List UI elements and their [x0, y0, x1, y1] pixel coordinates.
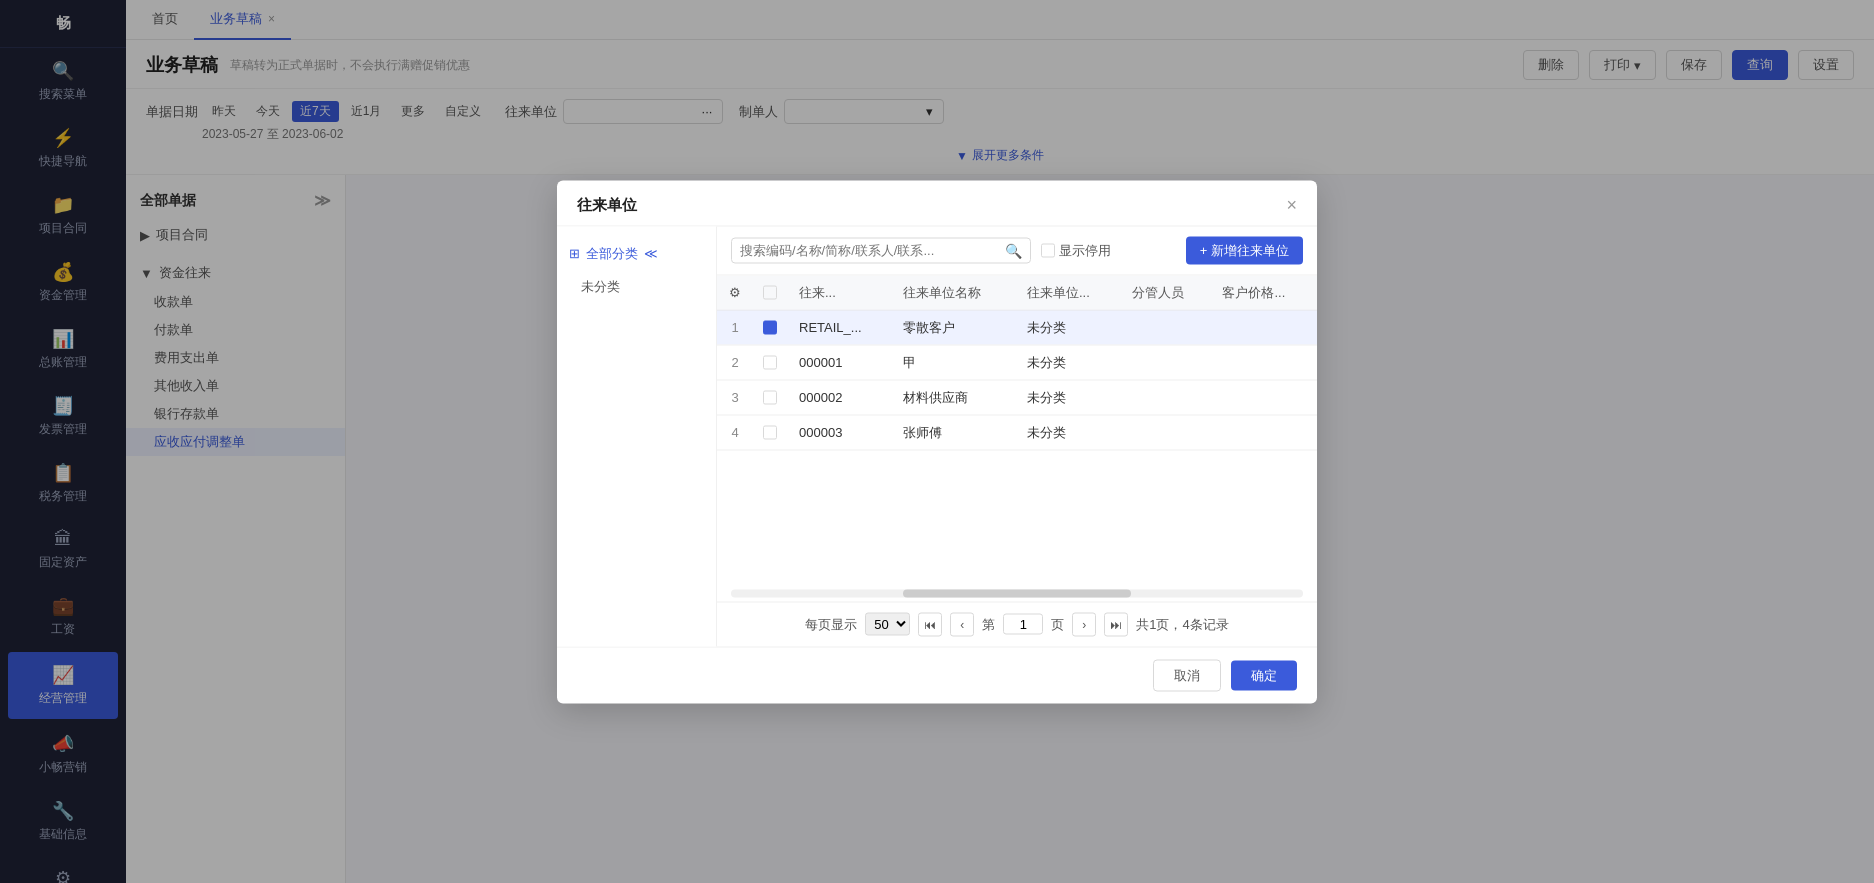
row-manager	[1122, 415, 1213, 450]
row-category: 未分类	[1017, 310, 1122, 345]
table-row[interactable]: 3 000002 材料供应商 未分类	[717, 380, 1317, 415]
page-word: 页	[1051, 615, 1064, 633]
modal-header: 往来单位 ×	[557, 180, 1317, 226]
pagination-bar: 每页显示 50 ⏮ ‹ 第 页 › ⏭ 共1页，4条记录	[717, 601, 1317, 646]
cancel-button[interactable]: 取消	[1153, 659, 1221, 691]
row-num: 3	[717, 380, 753, 415]
row-num: 4	[717, 415, 753, 450]
all-categories-label: 全部分类	[586, 244, 638, 262]
row-name: 材料供应商	[893, 380, 1017, 415]
row-manager	[1122, 345, 1213, 380]
col-manager: 分管人员	[1122, 275, 1213, 310]
row-price	[1212, 345, 1317, 380]
row-category: 未分类	[1017, 380, 1122, 415]
page-number-input[interactable]	[1003, 614, 1043, 635]
col-name: 往来单位名称	[893, 275, 1017, 310]
modal-toolbar: 🔍 显示停用 + 新增往来单位	[717, 226, 1317, 275]
last-page-button[interactable]: ⏭	[1104, 612, 1128, 636]
row-code: 000003	[789, 415, 893, 450]
page-num-label: 第	[982, 615, 995, 633]
table-row[interactable]: 1 RETAIL_... 零散客户 未分类	[717, 310, 1317, 345]
horizontal-scrollbar[interactable]	[731, 589, 1303, 597]
row-manager	[1122, 310, 1213, 345]
row-checkbox[interactable]	[753, 380, 789, 415]
table-row[interactable]: 4 000003 张师傅 未分类	[717, 415, 1317, 450]
row-category: 未分类	[1017, 415, 1122, 450]
first-page-button[interactable]: ⏮	[918, 612, 942, 636]
partner-search-box[interactable]: 🔍	[731, 237, 1031, 263]
row-num: 1	[717, 310, 753, 345]
confirm-button[interactable]: 确定	[1231, 660, 1297, 690]
modal-categories: ⊞ 全部分类 ≪ 未分类	[557, 226, 717, 646]
table-row[interactable]: 2 000001 甲 未分类	[717, 345, 1317, 380]
col-code: 往来...	[789, 275, 893, 310]
category-arrow-icon: ≪	[644, 246, 658, 261]
row-name: 张师傅	[893, 415, 1017, 450]
partner-table: ⚙ 往来... 往来单位名称 往来单位... 分管人员 客户价格... 1	[717, 275, 1317, 585]
next-page-button[interactable]: ›	[1072, 612, 1096, 636]
per-page-select[interactable]: 50	[865, 613, 910, 636]
col-category: 往来单位...	[1017, 275, 1122, 310]
modal-close-button[interactable]: ×	[1286, 194, 1297, 215]
row-name: 零散客户	[893, 310, 1017, 345]
modal-footer: 取消 确定	[557, 646, 1317, 703]
row-checkbox[interactable]	[753, 415, 789, 450]
modal-right: 🔍 显示停用 + 新增往来单位 ⚙ 往来... 往来单位名称	[717, 226, 1317, 646]
prev-page-button[interactable]: ‹	[950, 612, 974, 636]
total-records: 共1页，4条记录	[1136, 615, 1228, 633]
row-checkbox[interactable]	[753, 345, 789, 380]
partner-modal: 往来单位 × ⊞ 全部分类 ≪ 未分类 🔍 显示停用	[557, 180, 1317, 703]
col-settings: ⚙	[717, 275, 753, 310]
add-partner-button[interactable]: + 新增往来单位	[1186, 236, 1303, 264]
row-num: 2	[717, 345, 753, 380]
row-code: RETAIL_...	[789, 310, 893, 345]
row-price	[1212, 380, 1317, 415]
row-price	[1212, 415, 1317, 450]
row-name: 甲	[893, 345, 1017, 380]
grid-icon: ⊞	[569, 246, 580, 261]
per-page-label: 每页显示	[805, 615, 857, 633]
show-disabled-checkbox[interactable]	[1041, 243, 1055, 257]
row-checkbox[interactable]	[753, 310, 789, 345]
row-manager	[1122, 380, 1213, 415]
partner-data-table: ⚙ 往来... 往来单位名称 往来单位... 分管人员 客户价格... 1	[717, 275, 1317, 450]
modal-category-unclassified[interactable]: 未分类	[557, 270, 716, 302]
show-disabled-toggle[interactable]: 显示停用	[1041, 241, 1111, 259]
search-icon: 🔍	[1005, 242, 1022, 258]
col-price: 客户价格...	[1212, 275, 1317, 310]
scrollbar-thumb[interactable]	[903, 589, 1132, 597]
row-price	[1212, 310, 1317, 345]
row-category: 未分类	[1017, 345, 1122, 380]
row-code: 000001	[789, 345, 893, 380]
modal-all-categories[interactable]: ⊞ 全部分类 ≪	[557, 236, 716, 270]
show-disabled-label: 显示停用	[1059, 241, 1111, 259]
partner-search-input[interactable]	[740, 243, 1001, 258]
modal-title: 往来单位	[577, 195, 637, 214]
modal-body: ⊞ 全部分类 ≪ 未分类 🔍 显示停用 + 新增往来单位	[557, 226, 1317, 646]
col-checkbox	[753, 275, 789, 310]
row-code: 000002	[789, 380, 893, 415]
